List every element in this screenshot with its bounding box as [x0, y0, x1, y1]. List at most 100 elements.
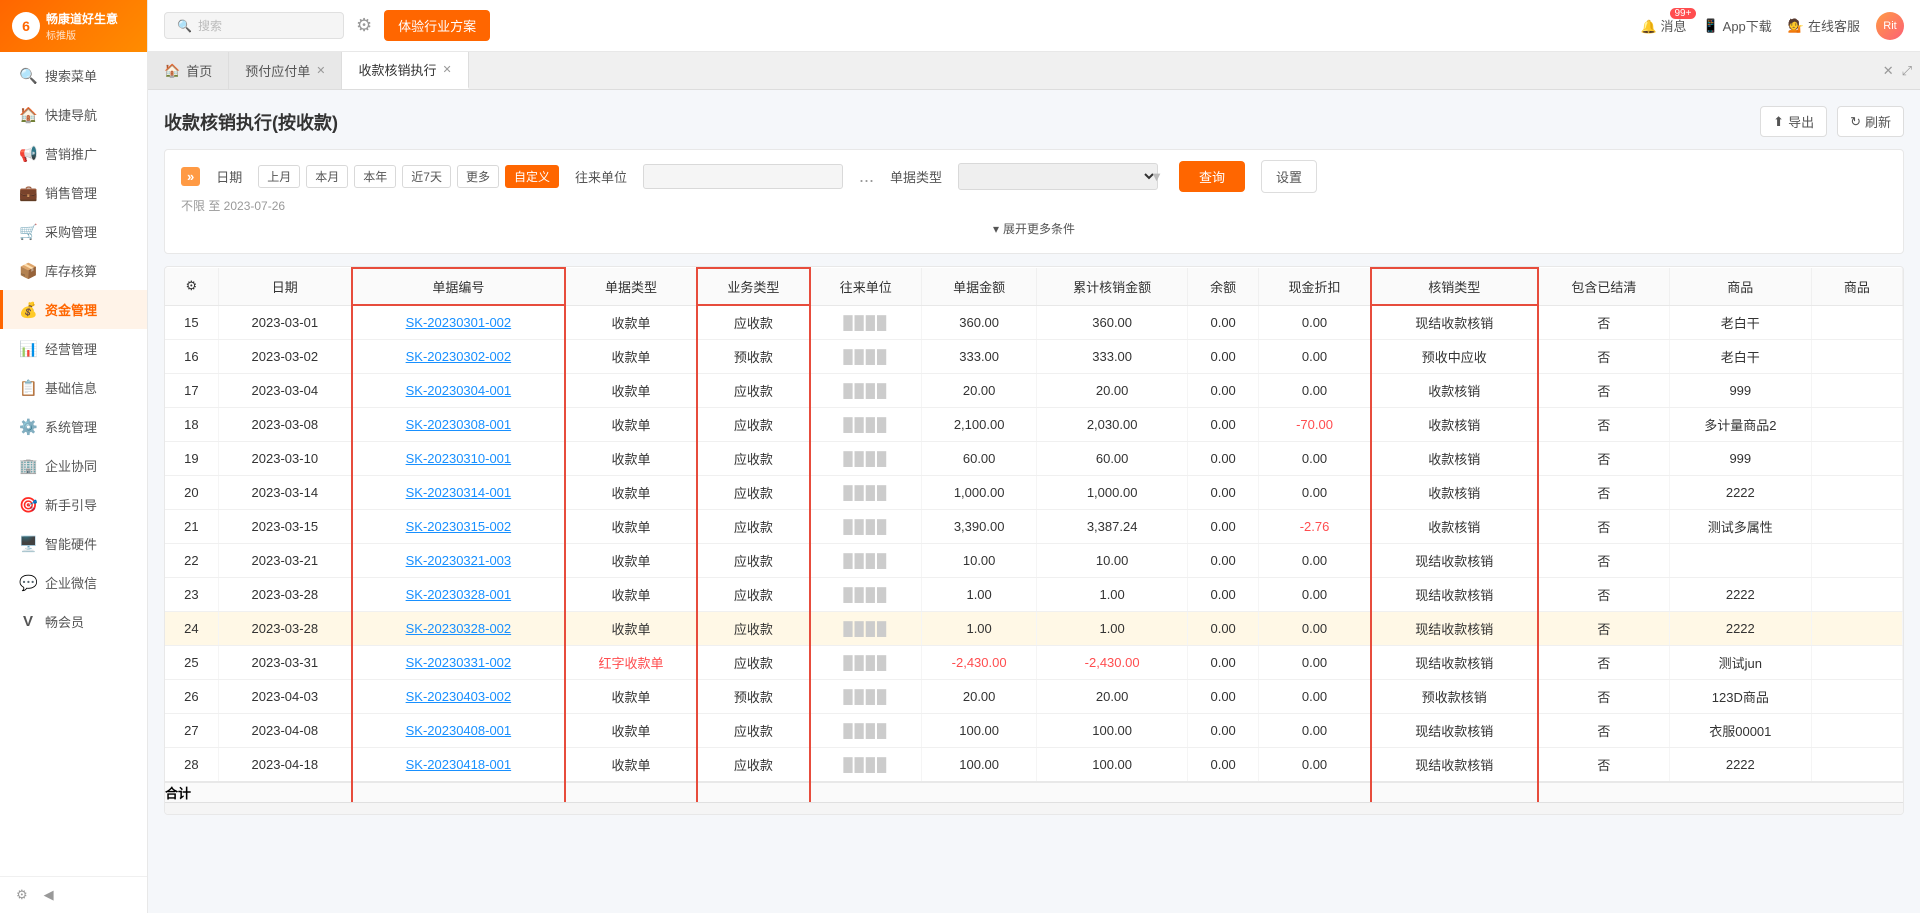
sidebar-item-marketing[interactable]: 📢营销推广 — [0, 134, 147, 173]
col-header-verify-type[interactable]: 核销类型 — [1371, 268, 1538, 305]
bill-no-link[interactable]: SK-20230308-001 — [406, 417, 512, 432]
bill-no-link[interactable]: SK-20230328-001 — [406, 587, 512, 602]
collapse-icon[interactable]: ◀ — [44, 887, 54, 903]
cell-amount: 20.00 — [921, 680, 1036, 714]
cell-bill-no[interactable]: SK-20230321-003 — [352, 544, 565, 578]
bill-no-link[interactable]: SK-20230304-001 — [406, 383, 512, 398]
sidebar-item-guide[interactable]: 🎯新手引导 — [0, 485, 147, 524]
filter-collapse-icon[interactable]: » — [181, 167, 200, 186]
tab-prepay[interactable]: 预付应付单 ✕ — [229, 52, 342, 89]
sidebar-item-wechat[interactable]: 💬企业微信 — [0, 563, 147, 602]
col-header-bill-no[interactable]: 单据编号 — [352, 268, 565, 305]
app-download[interactable]: 📱 App下载 — [1702, 16, 1771, 35]
sidebar-item-quick-nav[interactable]: 🏠快捷导航 — [0, 95, 147, 134]
horizontal-scrollbar[interactable] — [165, 802, 1903, 814]
tab-close-receipt-verify[interactable]: ✕ — [442, 63, 451, 76]
cell-bill-no[interactable]: SK-20230418-001 — [352, 748, 565, 783]
col-header-verified[interactable]: 累计核销金额 — [1037, 268, 1188, 305]
bill-no-link[interactable]: SK-20230418-001 — [406, 757, 512, 772]
refresh-button[interactable]: ↻ 刷新 — [1837, 106, 1904, 137]
counterparty-input[interactable] — [643, 164, 843, 189]
bill-no-link[interactable]: SK-20230302-002 — [406, 349, 512, 364]
expand-conditions-btn[interactable]: ▾ 展开更多条件 — [993, 220, 1075, 237]
bill-no-link[interactable]: SK-20230315-002 — [406, 519, 512, 534]
cell-bill-no[interactable]: SK-20230328-002 — [352, 612, 565, 646]
bill-no-link[interactable]: SK-20230328-002 — [406, 621, 512, 636]
tab-receipt-verify[interactable]: 收款核销执行 ✕ — [342, 52, 468, 89]
cell-bill-type: 收款单 — [565, 442, 697, 476]
col-header-biz-type[interactable]: 业务类型 — [697, 268, 810, 305]
date-btn-last-month[interactable]: 上月 — [258, 165, 300, 188]
sidebar-item-system[interactable]: ⚙️系统管理 — [0, 407, 147, 446]
close-icon[interactable]: ✕ — [1883, 63, 1894, 79]
user-avatar[interactable]: Rit — [1876, 12, 1904, 40]
cell-bill-no[interactable]: SK-20230328-001 — [352, 578, 565, 612]
col-header-balance[interactable]: 余额 — [1187, 268, 1258, 305]
tab-home[interactable]: 🏠 首页 — [148, 52, 229, 89]
cell-bill-no[interactable]: SK-20230301-002 — [352, 305, 565, 340]
bill-type-select[interactable] — [958, 163, 1158, 190]
cell-bill-no[interactable]: SK-20230403-002 — [352, 680, 565, 714]
cell-bill-no[interactable]: SK-20230310-001 — [352, 442, 565, 476]
tab-close-prepay[interactable]: ✕ — [316, 64, 325, 77]
col-header-bill-type[interactable]: 单据类型 — [565, 268, 697, 305]
cell-bill-no[interactable]: SK-20230408-001 — [352, 714, 565, 748]
col-header-date[interactable]: 日期 — [218, 268, 352, 305]
date-btn-7days[interactable]: 近7天 — [402, 165, 451, 188]
col-header-include-cleared[interactable]: 包含已结清 — [1538, 268, 1670, 305]
cell-verified: 360.00 — [1037, 305, 1188, 340]
date-btn-more[interactable]: 更多 — [457, 165, 499, 188]
expand-icon[interactable]: ⤢ — [1902, 63, 1912, 79]
data-table-wrap: ⚙ 日期 单据编号 单据类型 业务类型 往来单位 单据金额 累计核销金额 余额 … — [164, 266, 1904, 815]
table-row: 212023-03-15SK-20230315-002收款单应收款████3,3… — [165, 510, 1903, 544]
bill-no-link[interactable]: SK-20230301-002 — [406, 315, 512, 330]
table-row: 172023-03-04SK-20230304-001收款单应收款████20.… — [165, 374, 1903, 408]
date-btn-this-month[interactable]: 本月 — [306, 165, 348, 188]
col-header-goods2[interactable]: 商品 — [1811, 268, 1902, 305]
bill-no-link[interactable]: SK-20230314-001 — [406, 485, 512, 500]
gear-icon[interactable]: ⚙ — [356, 15, 372, 36]
bill-no-link[interactable]: SK-20230310-001 — [406, 451, 512, 466]
cell-discount: 0.00 — [1259, 646, 1371, 680]
sidebar-item-finance[interactable]: 💰资金管理 — [0, 290, 147, 329]
industry-btn[interactable]: 体验行业方案 — [384, 10, 490, 41]
dots-icon[interactable]: ... — [859, 166, 874, 187]
bill-no-link[interactable]: SK-20230321-003 — [406, 553, 512, 568]
date-btn-custom[interactable]: 自定义 — [505, 165, 559, 188]
sidebar-item-sales[interactable]: 💼销售管理 — [0, 173, 147, 212]
col-header-counterparty[interactable]: 往来单位 — [810, 268, 922, 305]
col-header-amount[interactable]: 单据金额 — [921, 268, 1036, 305]
date-btn-this-year[interactable]: 本年 — [354, 165, 396, 188]
cell-bill-no[interactable]: SK-20230314-001 — [352, 476, 565, 510]
sidebar-item-inventory[interactable]: 📦库存核算 — [0, 251, 147, 290]
col-header-goods[interactable]: 商品 — [1669, 268, 1811, 305]
settings-icon[interactable]: ⚙ — [16, 887, 28, 903]
topbar-search[interactable]: 🔍 搜索 — [164, 12, 344, 39]
online-service[interactable]: 💁 在线客服 — [1788, 16, 1860, 35]
cell-bill-type: 收款单 — [565, 748, 697, 783]
sidebar-item-search[interactable]: 🔍搜索菜单 — [0, 56, 147, 95]
query-button[interactable]: 查询 — [1179, 161, 1245, 192]
settings-button[interactable]: 设置 — [1261, 160, 1317, 193]
sidebar-item-basic-info[interactable]: 📋基础信息 — [0, 368, 147, 407]
bill-no-link[interactable]: SK-20230331-002 — [406, 655, 512, 670]
expand-row: ▾ 展开更多条件 — [181, 220, 1887, 237]
col-header-discount[interactable]: 现金折扣 — [1259, 268, 1371, 305]
sidebar-item-purchase[interactable]: 🛒采购管理 — [0, 212, 147, 251]
bill-no-link[interactable]: SK-20230408-001 — [406, 723, 512, 738]
sidebar-item-corp[interactable]: 🏢企业协同 — [0, 446, 147, 485]
cell-bill-no[interactable]: SK-20230304-001 — [352, 374, 565, 408]
sidebar-item-hardware[interactable]: 🖥️智能硬件 — [0, 524, 147, 563]
cell-bill-no[interactable]: SK-20230302-002 — [352, 340, 565, 374]
col-header-gear[interactable]: ⚙ — [165, 268, 218, 305]
cell-bill-no[interactable]: SK-20230308-001 — [352, 408, 565, 442]
sidebar-item-member[interactable]: V畅会员 — [0, 602, 147, 641]
cell-date: 2023-03-14 — [218, 476, 352, 510]
export-button[interactable]: ⬆ 导出 — [1760, 106, 1827, 137]
cell-bill-no[interactable]: SK-20230331-002 — [352, 646, 565, 680]
cell-discount: 0.00 — [1259, 714, 1371, 748]
message-badge[interactable]: 🔔 99+ 消息 — [1641, 16, 1687, 35]
sidebar-item-operations[interactable]: 📊经营管理 — [0, 329, 147, 368]
bill-no-link[interactable]: SK-20230403-002 — [406, 689, 512, 704]
cell-bill-no[interactable]: SK-20230315-002 — [352, 510, 565, 544]
